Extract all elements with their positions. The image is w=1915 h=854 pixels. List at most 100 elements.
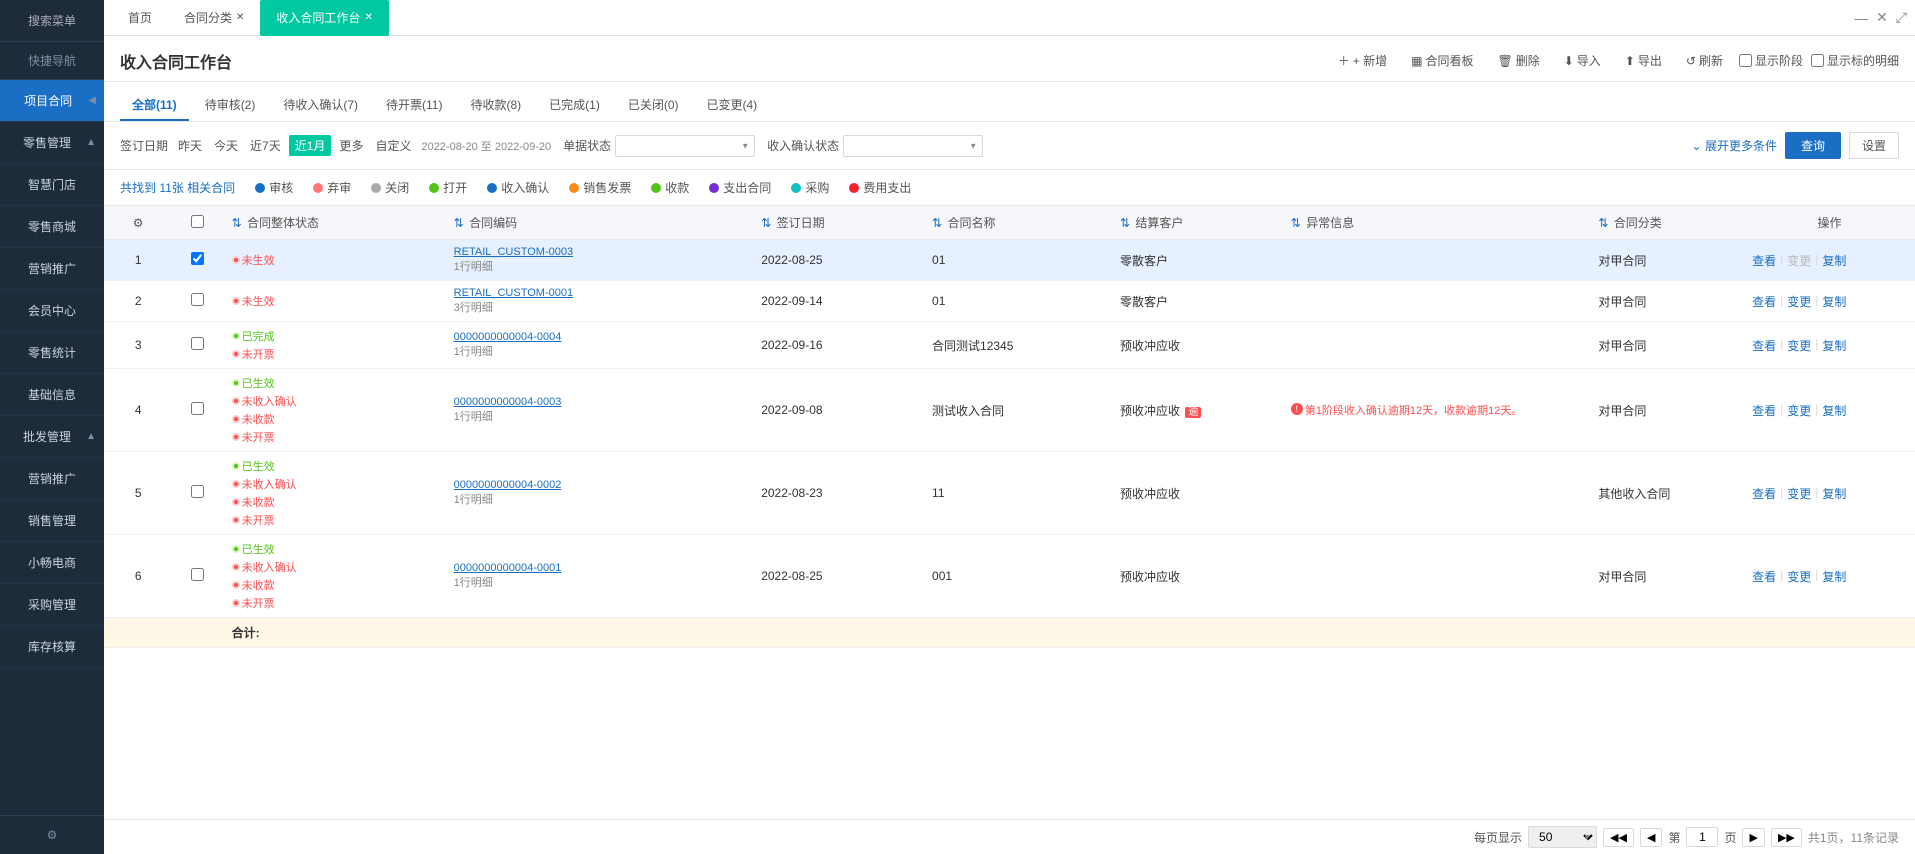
row5-code-link[interactable]: 0000000000004-0002 (454, 479, 746, 491)
page-size-select[interactable]: 50 20 100 (1528, 826, 1597, 848)
sidebar-item-purchase[interactable]: 采购管理 (0, 584, 104, 626)
row3-copy-link[interactable]: 复制 (1822, 337, 1846, 354)
row2-check[interactable] (172, 281, 223, 322)
add-button[interactable]: ＋ + 新增 (1330, 48, 1395, 73)
delete-button[interactable]: 🗑 删除 (1489, 48, 1547, 73)
tab-income-contract[interactable]: 收入合同工作台 ✕ (260, 0, 388, 36)
sidebar-item-retail-stats[interactable]: 零售统计 (0, 332, 104, 374)
collect-button[interactable]: 收款 (643, 176, 697, 199)
expand-conditions-button[interactable]: ⌄ 展开更多条件 (1692, 137, 1777, 154)
window-close-icon[interactable]: ✕ (1876, 9, 1888, 26)
row6-view-link[interactable]: 查看 (1752, 568, 1776, 585)
row2-code-link[interactable]: RETAIL_CUSTOM-0001 (454, 287, 746, 299)
date-custom[interactable]: 自定义 (371, 135, 415, 156)
confirm-status-select[interactable] (843, 135, 983, 157)
row5-change-link[interactable]: 变更 (1787, 485, 1811, 502)
row6-check[interactable] (172, 535, 223, 618)
col-settings-header[interactable]: ⚙ (104, 206, 172, 240)
query-button[interactable]: 查询 (1785, 132, 1841, 159)
row3-checkbox[interactable] (191, 337, 204, 350)
row1-checkbox[interactable] (191, 252, 204, 265)
sidebar-item-marketing2[interactable]: 营销推广 (0, 458, 104, 500)
row1-change-link[interactable]: 变更 (1787, 252, 1811, 269)
sidebar-item-project[interactable]: 项目合同 ◀ (0, 80, 104, 122)
row1-copy-link[interactable]: 复制 (1822, 252, 1846, 269)
sidebar-item-sales-mgmt[interactable]: 销售管理 (0, 500, 104, 542)
refresh-button[interactable]: ↺ 刷新 (1678, 48, 1731, 73)
sidebar-item-basic[interactable]: 基础信息 (0, 374, 104, 416)
review-button[interactable]: 审核 (247, 176, 301, 199)
show-phase-checkbox[interactable] (1739, 54, 1752, 67)
row2-copy-link[interactable]: 复制 (1822, 293, 1846, 310)
filter-tab-completed[interactable]: 已完成(1) (537, 90, 612, 121)
show-detail-checkbox[interactable] (1811, 54, 1824, 67)
tab-home[interactable]: 首页 (112, 0, 168, 36)
status-select[interactable] (615, 135, 755, 157)
row2-change-link[interactable]: 变更 (1787, 293, 1811, 310)
tab-income-contract-close[interactable]: ✕ (364, 12, 372, 23)
filter-tab-pending-collect[interactable]: 待收款(8) (458, 90, 533, 121)
row1-view-link[interactable]: 查看 (1752, 252, 1776, 269)
page-input[interactable] (1686, 827, 1718, 847)
sidebar-item-smart-store[interactable]: 智慧门店 (0, 164, 104, 206)
sidebar-item-retail[interactable]: 零售管理 ▲ (0, 122, 104, 164)
row4-check[interactable] (172, 369, 223, 452)
filter-tab-closed[interactable]: 已关闭(0) (616, 90, 691, 121)
row5-checkbox[interactable] (191, 485, 204, 498)
import-button[interactable]: ⬇ 导入 (1556, 48, 1609, 73)
dashboard-button[interactable]: ▦ 合同看板 (1403, 48, 1481, 73)
print-button[interactable]: 打开 (421, 176, 475, 199)
filter-tab-changed[interactable]: 已变更(4) (695, 90, 770, 121)
row4-checkbox[interactable] (191, 402, 204, 415)
close-contract-button[interactable]: 关闭 (363, 176, 417, 199)
window-minimize-icon[interactable]: — (1854, 10, 1868, 26)
window-restore-icon[interactable]: ⤢ (1896, 9, 1907, 26)
sidebar-item-inventory[interactable]: 库存核算 (0, 626, 104, 668)
row5-view-link[interactable]: 查看 (1752, 485, 1776, 502)
sidebar-item-ecommerce[interactable]: 小畅电商 (0, 542, 104, 584)
row2-checkbox[interactable] (191, 293, 204, 306)
sidebar-quick-nav[interactable]: 快捷导航 (0, 42, 104, 80)
row3-check[interactable] (172, 322, 223, 369)
row4-change-link[interactable]: 变更 (1787, 402, 1811, 419)
select-all-checkbox[interactable] (191, 215, 204, 228)
first-page-button[interactable]: ◀◀ (1603, 828, 1634, 847)
expense-button[interactable]: 费用支出 (841, 176, 919, 199)
row6-code-link[interactable]: 0000000000004-0001 (454, 562, 746, 574)
sidebar-item-member[interactable]: 会员中心 (0, 290, 104, 332)
row1-check[interactable] (172, 240, 223, 281)
row3-change-link[interactable]: 变更 (1787, 337, 1811, 354)
tab-contract-category[interactable]: 合同分类 ✕ (168, 0, 260, 36)
row3-view-link[interactable]: 查看 (1752, 337, 1776, 354)
filter-tab-pending-review[interactable]: 待审核(2) (193, 90, 268, 121)
row4-copy-link[interactable]: 复制 (1822, 402, 1846, 419)
sidebar-item-marketing[interactable]: 营销推广 (0, 248, 104, 290)
row5-check[interactable] (172, 452, 223, 535)
out-contract-button[interactable]: 支出合同 (701, 176, 779, 199)
show-detail-checkbox-label[interactable]: 显示标的明细 (1811, 52, 1899, 69)
row4-code-link[interactable]: 0000000000004-0003 (454, 396, 746, 408)
row3-code-link[interactable]: 0000000000004-0004 (454, 331, 746, 343)
filter-tab-pending-confirm[interactable]: 待收入确认(7) (271, 90, 370, 121)
filter-tab-pending-invoice[interactable]: 待开票(11) (374, 90, 454, 121)
date-today[interactable]: 今天 (210, 135, 242, 156)
row5-copy-link[interactable]: 复制 (1822, 485, 1846, 502)
invoice-button[interactable]: 销售发票 (561, 176, 639, 199)
date-more[interactable]: 更多 (335, 135, 367, 156)
row6-change-link[interactable]: 变更 (1787, 568, 1811, 585)
row6-checkbox[interactable] (191, 568, 204, 581)
date-1month[interactable]: 近1月 (289, 135, 332, 156)
abandon-button[interactable]: 弃审 (305, 176, 359, 199)
row6-copy-link[interactable]: 复制 (1822, 568, 1846, 585)
show-phase-checkbox-label[interactable]: 显示阶段 (1739, 52, 1803, 69)
sidebar-search[interactable]: 搜索菜单 (0, 0, 104, 42)
export-button[interactable]: ⬆ 导出 (1617, 48, 1670, 73)
next-page-button[interactable]: ▶ (1742, 828, 1764, 847)
row1-code-link[interactable]: RETAIL_CUSTOM-0003 (454, 246, 746, 258)
sidebar-item-retail-mall[interactable]: 零售商城 (0, 206, 104, 248)
date-7days[interactable]: 近7天 (246, 135, 285, 156)
date-yesterday[interactable]: 昨天 (174, 135, 206, 156)
settings-button[interactable]: 设置 (1849, 132, 1899, 159)
column-settings-icon[interactable]: ⚙ (133, 216, 144, 230)
row4-view-link[interactable]: 查看 (1752, 402, 1776, 419)
